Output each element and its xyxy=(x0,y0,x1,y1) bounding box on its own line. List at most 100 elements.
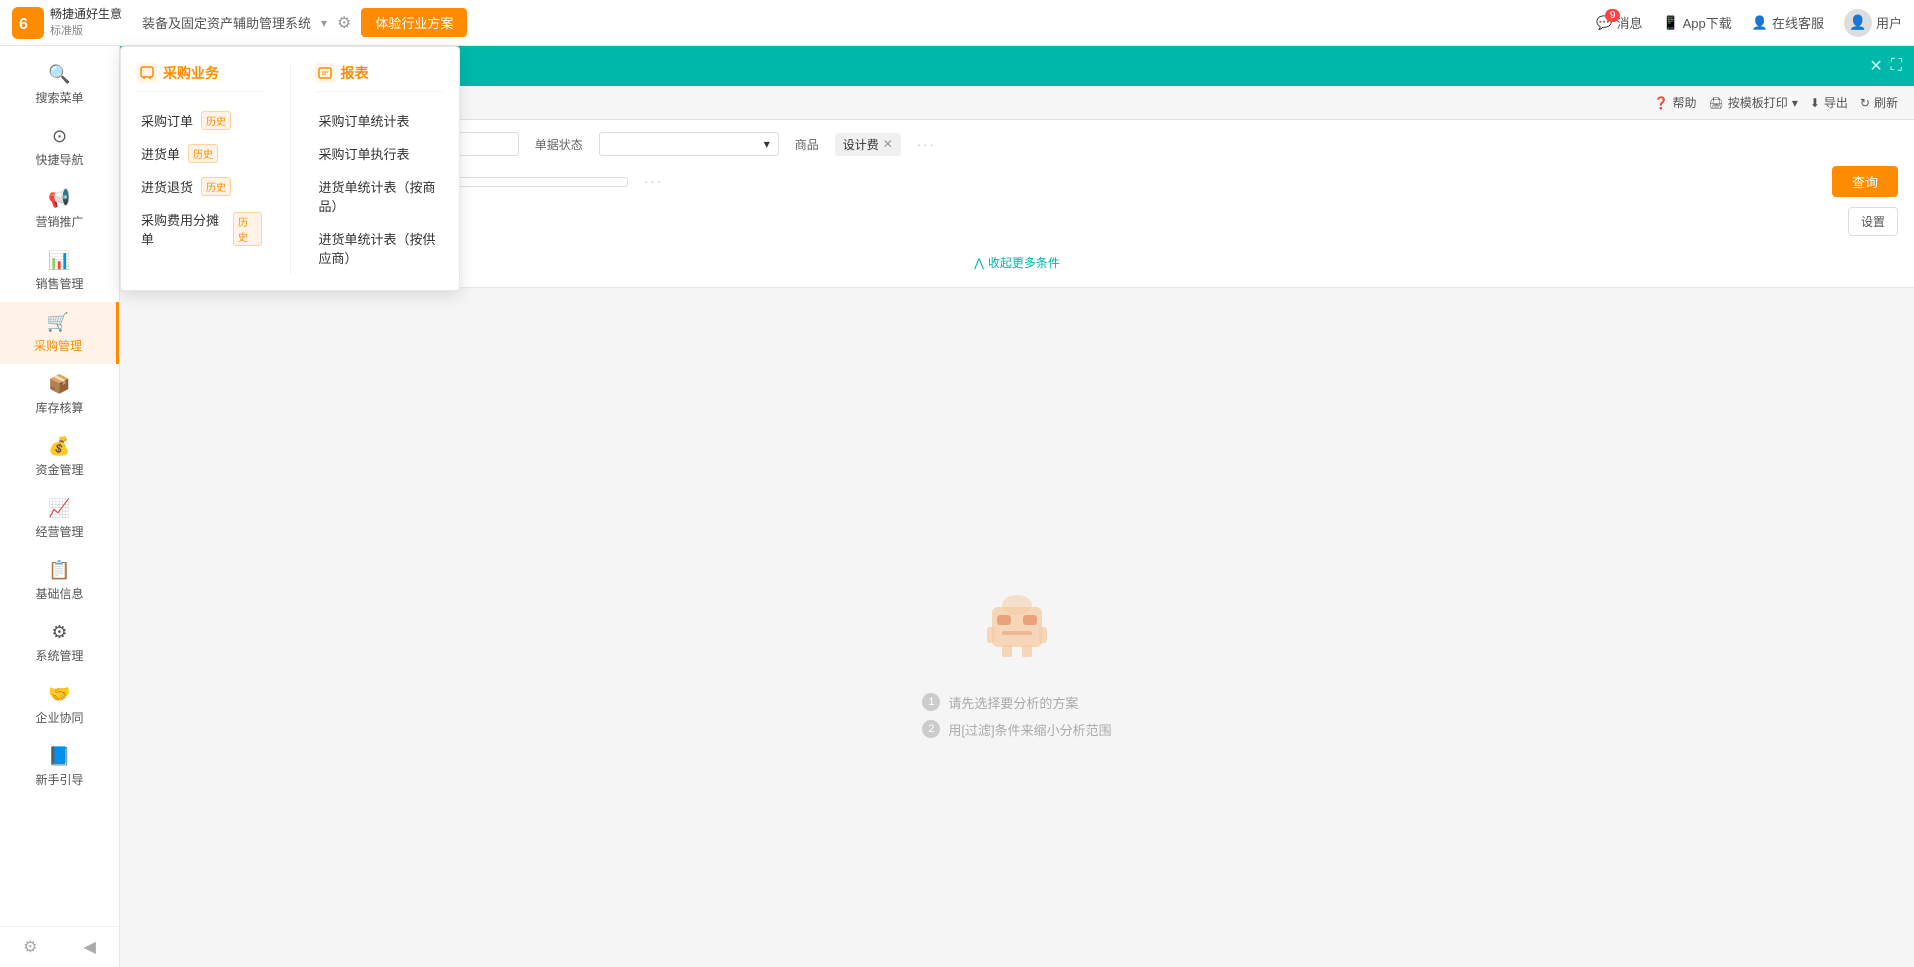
empty-text: 1 请先选择要分析的方案 2 用[过滤]条件来缩小分析范围 xyxy=(922,693,1111,739)
app-download-action[interactable]: 📱 App下载 xyxy=(1662,13,1731,32)
empty-tip-1: 1 请先选择要分析的方案 xyxy=(922,693,1111,712)
empty-state: 1 请先选择要分析的方案 2 用[过滤]条件来缩小分析范围 xyxy=(120,288,1914,967)
print-action[interactable]: 🖨 按模板打印 ▾ xyxy=(1709,94,1798,111)
sidebar-item-nav[interactable]: ⊙ 快捷导航 xyxy=(0,116,119,178)
sidebar-item-inventory[interactable]: 📦 库存核算 xyxy=(0,364,119,426)
settings-button[interactable]: 设置 xyxy=(1848,207,1898,236)
sidebar-item-operations[interactable]: 📈 经营管理 xyxy=(0,488,119,550)
empty-icon xyxy=(967,577,1067,677)
topbar-center: 装备及固定资产辅助管理系统 ▾ ⚙ 体验行业方案 xyxy=(132,8,1596,37)
help-action[interactable]: ❓ 帮助 xyxy=(1654,94,1697,111)
inventory-icon: 📦 xyxy=(48,374,70,395)
main-layout: 🔍 搜索菜单 ⊙ 快捷导航 📢 营销推广 📊 销售管理 🛒 采购管理 📦 库存核… xyxy=(0,46,1914,967)
sidebar-item-marketing-label: 营销推广 xyxy=(35,213,83,230)
purchase-expense-history: 历史 xyxy=(233,212,261,246)
salesperson-more-dots[interactable]: ··· xyxy=(644,174,663,189)
avatar: 👤 xyxy=(1844,9,1872,37)
sidebar-item-newbie[interactable]: 📘 新手引导 xyxy=(0,736,119,798)
sidebar: 🔍 搜索菜单 ⊙ 快捷导航 📢 营销推广 📊 销售管理 🛒 采购管理 📦 库存核… xyxy=(0,46,120,967)
sidebar-item-sales-label: 销售管理 xyxy=(35,275,83,292)
export-action[interactable]: ⬇ 导出 xyxy=(1810,94,1848,111)
menu-purchase-order[interactable]: 采购订单 历史 xyxy=(137,104,266,137)
search-icon: 🔍 xyxy=(48,64,70,85)
help-icon: ❓ xyxy=(1654,96,1669,110)
online-service-label: 在线客服 xyxy=(1772,13,1824,32)
sidebar-item-enterprise[interactable]: 🤝 企业协同 xyxy=(0,674,119,736)
menu-goods-receipt[interactable]: 进货单 历史 xyxy=(137,137,266,170)
sidebar-settings-icon[interactable]: ⚙ xyxy=(23,937,37,957)
sidebar-item-system[interactable]: ⚙ 系统管理 xyxy=(0,612,119,674)
goods-return-history: 历史 xyxy=(201,177,231,196)
menu-purchase-order-exec[interactable]: 采购订单执行表 xyxy=(315,137,444,170)
purchase-dropdown-popup: 采购业务 采购订单 历史 进货单 历史 进货退货 历史 采购费用分摊单 历史 xyxy=(120,46,460,291)
logo-area: 6 畅捷通好生意 标准版 xyxy=(12,7,132,39)
menu-purchase-expense[interactable]: 采购费用分摊单 历史 xyxy=(137,203,266,255)
purchase-order-label: 采购订单 xyxy=(141,111,193,130)
user-label: 用户 xyxy=(1876,13,1902,32)
system-dropdown-arrow[interactable]: ▾ xyxy=(321,16,327,30)
collapse-label: 收起更多条件 xyxy=(988,254,1060,271)
step-1-icon: 1 xyxy=(922,693,940,711)
tab-expand-icon[interactable]: ⛶ xyxy=(1891,57,1902,75)
settings-icon[interactable]: ⚙ xyxy=(337,13,351,33)
goods-return-label: 进货退货 xyxy=(141,177,193,196)
goods-stat-by-product-label: 进货单统计表（按商品） xyxy=(319,177,440,215)
salesperson-select[interactable] xyxy=(448,177,628,187)
doc-status-label: 单据状态 xyxy=(535,136,583,153)
system-name: 装备及固定资产辅助管理系统 xyxy=(142,13,311,32)
svg-text:6: 6 xyxy=(19,16,28,33)
menu-goods-stat-by-product[interactable]: 进货单统计表（按商品） xyxy=(315,170,444,222)
dropdown-divider xyxy=(290,63,291,274)
sidebar-item-purchase[interactable]: 🛒 采购管理 xyxy=(0,302,119,364)
system-icon: ⚙ xyxy=(51,622,67,643)
query-button[interactable]: 查询 xyxy=(1832,166,1898,197)
sidebar-collapse-icon[interactable]: ◀ xyxy=(84,937,96,957)
purchase-title-icon xyxy=(137,63,157,83)
message-label: 消息 xyxy=(1616,13,1642,32)
user-action[interactable]: 👤 用户 xyxy=(1844,9,1902,37)
online-service-action[interactable]: 👤 在线客服 xyxy=(1752,13,1824,32)
sidebar-item-marketing[interactable]: 📢 营销推广 xyxy=(0,178,119,240)
doc-status-arrow: ▾ xyxy=(764,137,770,151)
finance-icon: 💰 xyxy=(48,436,70,457)
marketing-icon: 📢 xyxy=(48,188,70,209)
sidebar-item-search-label: 搜索菜单 xyxy=(35,89,83,106)
app-download-label: App下载 xyxy=(1683,13,1732,32)
goods-stat-by-supplier-label: 进货单统计表（按供应商） xyxy=(319,229,440,267)
goods-receipt-history: 历史 xyxy=(188,144,218,163)
refresh-action[interactable]: ↻ 刷新 xyxy=(1860,94,1898,111)
service-icon: 👤 xyxy=(1752,15,1768,31)
menu-purchase-order-stat[interactable]: 采购订单统计表 xyxy=(315,104,444,137)
message-badge: 9 xyxy=(1605,9,1621,22)
goods-tag-close-icon[interactable]: ✕ xyxy=(883,137,893,151)
sidebar-item-sales[interactable]: 📊 销售管理 xyxy=(0,240,119,302)
mobile-icon: 📱 xyxy=(1662,15,1678,31)
doc-status-select[interactable]: ▾ xyxy=(599,132,779,156)
sidebar-item-search[interactable]: 🔍 搜索菜单 xyxy=(0,54,119,116)
goods-more-dots[interactable]: ··· xyxy=(917,137,936,152)
sidebar-item-basic[interactable]: 📋 基础信息 xyxy=(0,550,119,612)
export-icon: ⬇ xyxy=(1810,96,1820,110)
tab-close-all-icon[interactable]: ✕ xyxy=(1869,56,1882,76)
message-badge-wrap: 💬 9 xyxy=(1596,15,1612,31)
industry-btn[interactable]: 体验行业方案 xyxy=(361,8,467,37)
logo-text-area: 畅捷通好生意 标准版 xyxy=(50,7,122,39)
tab-bar-right: ✕ ⛶ xyxy=(1869,56,1914,76)
goods-receipt-label: 进货单 xyxy=(141,144,180,163)
message-action[interactable]: 💬 9 消息 xyxy=(1596,13,1642,32)
help-label: 帮助 xyxy=(1673,94,1697,111)
empty-tip-2-text: 用[过滤]条件来缩小分析范围 xyxy=(948,720,1111,739)
sidebar-item-nav-label: 快捷导航 xyxy=(35,151,83,168)
export-label: 导出 xyxy=(1824,94,1848,111)
goods-label: 商品 xyxy=(795,136,819,153)
topbar: 6 畅捷通好生意 标准版 装备及固定资产辅助管理系统 ▾ ⚙ 体验行业方案 💬 … xyxy=(0,0,1914,46)
purchase-order-stat-label: 采购订单统计表 xyxy=(319,111,410,130)
goods-tag: 设计费 ✕ xyxy=(835,133,901,156)
sidebar-item-purchase-label: 采购管理 xyxy=(34,337,82,354)
sidebar-item-basic-label: 基础信息 xyxy=(35,585,83,602)
menu-goods-return[interactable]: 进货退货 历史 xyxy=(137,170,266,203)
report-title-icon xyxy=(315,63,335,83)
sidebar-item-finance[interactable]: 💰 资金管理 xyxy=(0,426,119,488)
print-dropdown-icon[interactable]: ▾ xyxy=(1792,96,1798,110)
menu-goods-stat-by-supplier[interactable]: 进货单统计表（按供应商） xyxy=(315,222,444,274)
